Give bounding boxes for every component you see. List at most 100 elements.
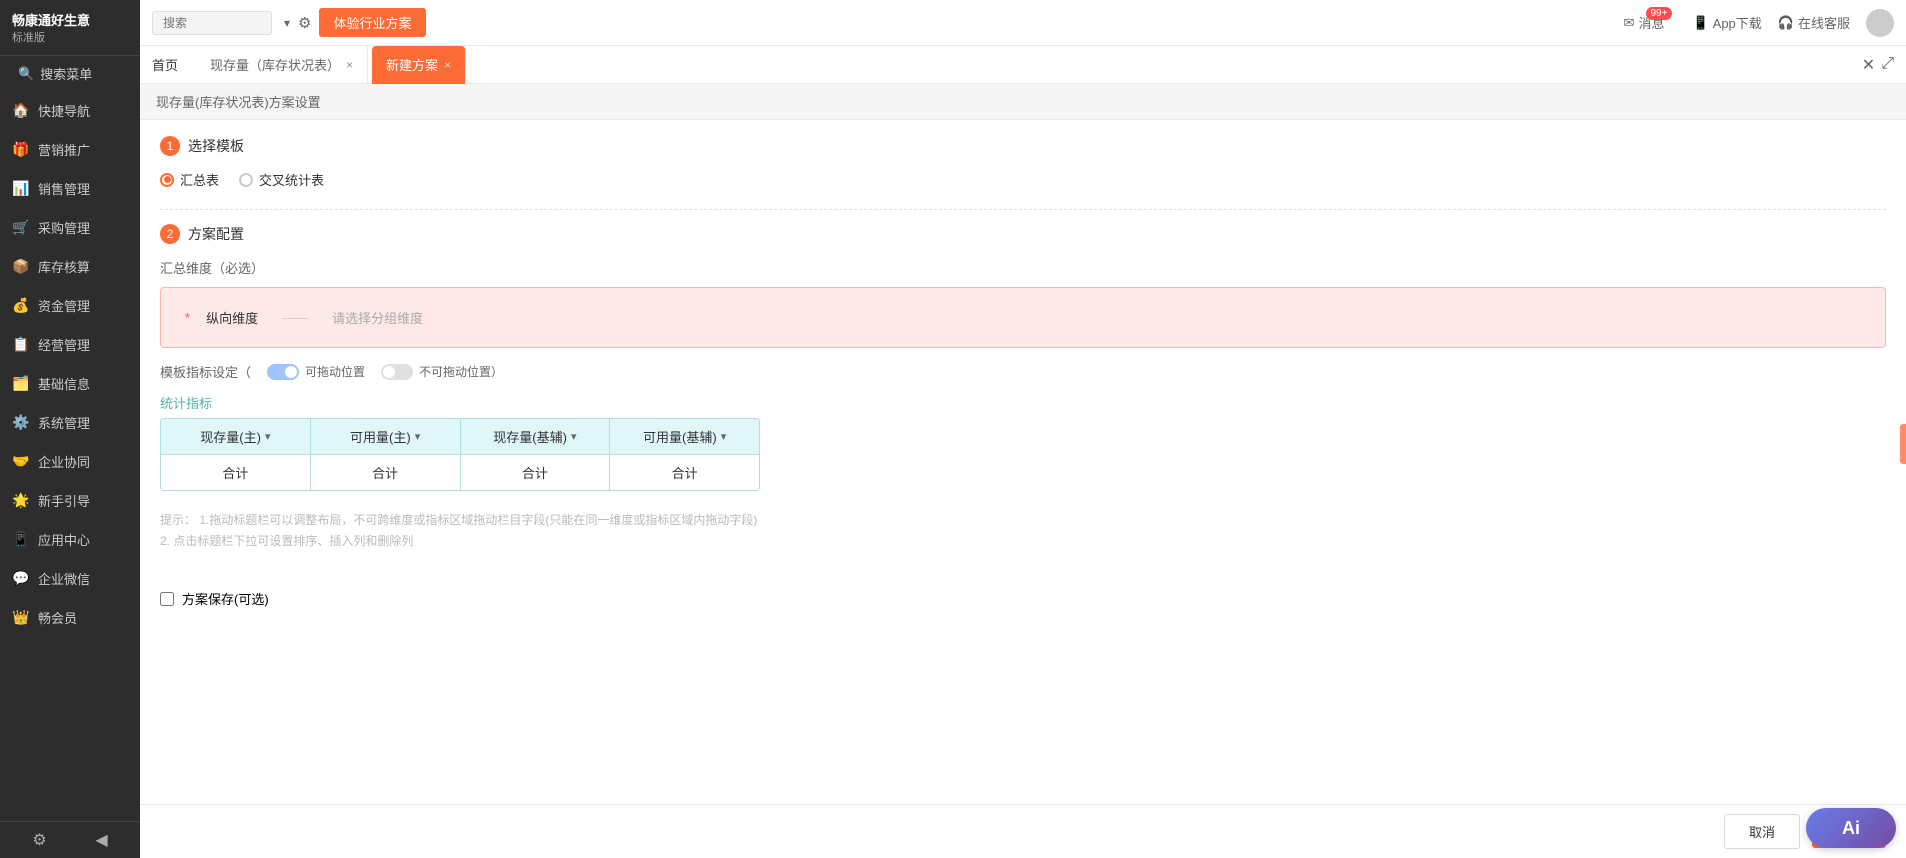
sidebar-search[interactable]: 🔍 搜索菜单	[0, 56, 140, 91]
sidebar-item-label: 销售管理	[38, 179, 90, 198]
col-header-label-2: 现存量(基辅)	[493, 427, 567, 446]
sidebar-item-system[interactable]: ⚙️ 系统管理	[0, 403, 140, 442]
sidebar-item-label: 快捷导航	[38, 101, 90, 120]
collapse-icon[interactable]: ◀	[95, 830, 107, 850]
service-button[interactable]: 🎧 在线客服	[1778, 13, 1850, 32]
col-header-label-0: 现存量(主)	[200, 427, 261, 446]
sidebar-item-sales[interactable]: 📊 销售管理	[0, 169, 140, 208]
draggable-label: 可拖动位置	[305, 363, 365, 380]
sidebar-item-purchase[interactable]: 🛒 采购管理	[0, 208, 140, 247]
sidebar-item-marketing[interactable]: 🎁 营销推广	[0, 130, 140, 169]
ai-float-button[interactable]: Ai	[1806, 808, 1896, 848]
chevron-down-icon: ▾	[284, 16, 290, 30]
col-header-1[interactable]: 可用量(主) ▾	[311, 419, 461, 454]
tab-inventory-close[interactable]: ×	[346, 58, 353, 72]
fixed-label: 不可拖动位置）	[419, 363, 503, 380]
message-icon: ✉	[1624, 15, 1635, 31]
sidebar-item-inventory[interactable]: 📦 库存核算	[0, 247, 140, 286]
tab-new-scheme-close[interactable]: ×	[444, 58, 451, 72]
sidebar-item-label: 库存核算	[38, 257, 90, 276]
col-body-0: 合计	[161, 455, 311, 490]
col-body-3: 合计	[610, 455, 759, 490]
cancel-button[interactable]: 取消	[1724, 814, 1800, 849]
topbar-right: ✉ 消息 99+ 📱 App下载 🎧 在线客服	[1624, 9, 1894, 37]
app-center-icon: 📱	[12, 531, 30, 549]
tips-area: 提示： 1.拖动标题栏可以调整布局，不可跨维度或指标区域拖动栏目字段(只能在同一…	[160, 503, 1886, 561]
col-chevron-1[interactable]: ▾	[415, 430, 421, 443]
tabs-bar: 首页 现存量（库存状况表） × 新建方案 × ✕ ⤢	[140, 46, 1906, 84]
draggable-toggle-switch[interactable]	[267, 364, 299, 380]
sidebar-item-operation[interactable]: 📋 经营管理	[0, 325, 140, 364]
sidebar-nav: 🏠 快捷导航 🎁 营销推广 📊 销售管理 🛒 采购管理 📦 库存核算 💰 资金管…	[0, 91, 140, 821]
app-download-label: App下载	[1713, 13, 1762, 32]
section-step1: 1 选择模板 汇总表 交叉统计表	[160, 136, 1886, 189]
summary-dim-label: 汇总维度（必选）	[160, 258, 1886, 277]
sidebar-item-label: 企业微信	[38, 569, 90, 588]
topbar-dropdown-button[interactable]: ▾	[280, 16, 290, 30]
col-header-label-1: 可用量(主)	[350, 427, 411, 446]
sidebar-item-quick-nav[interactable]: 🏠 快捷导航	[0, 91, 140, 130]
option-summary[interactable]: 汇总表	[160, 170, 219, 189]
tab-close-all-icon[interactable]: ✕	[1862, 55, 1875, 75]
step1-num: 1	[160, 136, 180, 156]
sidebar-item-app-center[interactable]: 📱 应用中心	[0, 520, 140, 559]
sidebar-search-label: 搜索菜单	[40, 64, 92, 83]
dim-placeholder: 请选择分组维度	[332, 308, 423, 327]
fixed-toggle-dot	[383, 366, 395, 378]
draggable-toggle: 可拖动位置	[267, 363, 365, 380]
finance-icon: 💰	[12, 297, 30, 315]
sidebar-item-label: 应用中心	[38, 530, 90, 549]
dimension-area[interactable]: * 纵向维度 —— 请选择分组维度	[160, 287, 1886, 348]
sidebar-item-guide[interactable]: 🌟 新手引导	[0, 481, 140, 520]
user-avatar[interactable]	[1866, 9, 1894, 37]
trial-button[interactable]: 体验行业方案	[319, 8, 425, 37]
page-title: 现存量(库存状况表)方案设置	[140, 84, 1906, 120]
tab-expand-icon[interactable]: ⤢	[1881, 55, 1894, 75]
sidebar: 畅康通好生意 标准版 🔍 搜索菜单 🏠 快捷导航 🎁 营销推广 📊 销售管理 🛒…	[0, 0, 140, 858]
radio-summary[interactable]	[160, 173, 174, 187]
tip-1: 提示： 1.拖动标题栏可以调整布局，不可跨维度或指标区域拖动栏目字段(只能在同一…	[160, 511, 1886, 528]
purchase-icon: 🛒	[12, 219, 30, 237]
sidebar-item-label: 企业协同	[38, 452, 90, 471]
col-header-3[interactable]: 可用量(基辅) ▾	[610, 419, 759, 454]
wechat-icon: 💬	[12, 570, 30, 588]
sidebar-item-wechat[interactable]: 💬 企业微信	[0, 559, 140, 598]
app-edition: 标准版	[12, 29, 128, 45]
col-chevron-3[interactable]: ▾	[721, 430, 727, 443]
settings-icon[interactable]: ⚙	[32, 830, 46, 850]
col-chevron-0[interactable]: ▾	[265, 430, 271, 443]
enterprise-icon: 🤝	[12, 453, 30, 471]
tab-new-scheme[interactable]: 新建方案 ×	[372, 46, 466, 84]
sidebar-item-enterprise[interactable]: 🤝 企业协同	[0, 442, 140, 481]
stats-table-body: 合计 合计 合计 合计	[161, 454, 759, 490]
template-options: 汇总表 交叉统计表	[160, 170, 1886, 189]
col-summary-1: 合计	[372, 463, 398, 482]
sidebar-item-vip[interactable]: 👑 畅会员	[0, 598, 140, 637]
option-cross-label: 交叉统计表	[259, 170, 324, 189]
form-body: 1 选择模板 汇总表 交叉统计表	[140, 120, 1906, 632]
col-summary-2: 合计	[522, 463, 548, 482]
bottom-bar: 取消 查询	[140, 804, 1906, 858]
option-cross[interactable]: 交叉统计表	[239, 170, 324, 189]
topbar-search-input[interactable]	[152, 11, 272, 35]
tab-home[interactable]: 首页	[152, 46, 192, 84]
tab-home-label: 首页	[152, 55, 178, 74]
app-download-button[interactable]: 📱 App下载	[1692, 13, 1761, 32]
message-button[interactable]: ✉ 消息 99+	[1624, 13, 1665, 32]
tab-new-scheme-label: 新建方案	[386, 55, 438, 74]
sidebar-footer: ⚙ ◀	[0, 821, 140, 858]
tabs-actions: ✕ ⤢	[1862, 55, 1894, 75]
radio-cross[interactable]	[239, 173, 253, 187]
sidebar-item-basic-info[interactable]: 🗂️ 基础信息	[0, 364, 140, 403]
tab-inventory[interactable]: 现存量（库存状况表） ×	[196, 46, 368, 84]
col-header-2[interactable]: 现存量(基辅) ▾	[461, 419, 611, 454]
vertical-label: 纵向维度	[206, 308, 258, 327]
col-header-0[interactable]: 现存量(主) ▾	[161, 419, 311, 454]
save-checkbox[interactable]	[160, 592, 174, 606]
topbar-gear-icon[interactable]: ⚙	[298, 14, 311, 32]
section-divider-1	[160, 209, 1886, 210]
mobile-icon: 📱	[1692, 15, 1708, 31]
col-chevron-2[interactable]: ▾	[571, 430, 577, 443]
sidebar-item-finance[interactable]: 💰 资金管理	[0, 286, 140, 325]
right-edge-indicator[interactable]	[1900, 424, 1906, 464]
